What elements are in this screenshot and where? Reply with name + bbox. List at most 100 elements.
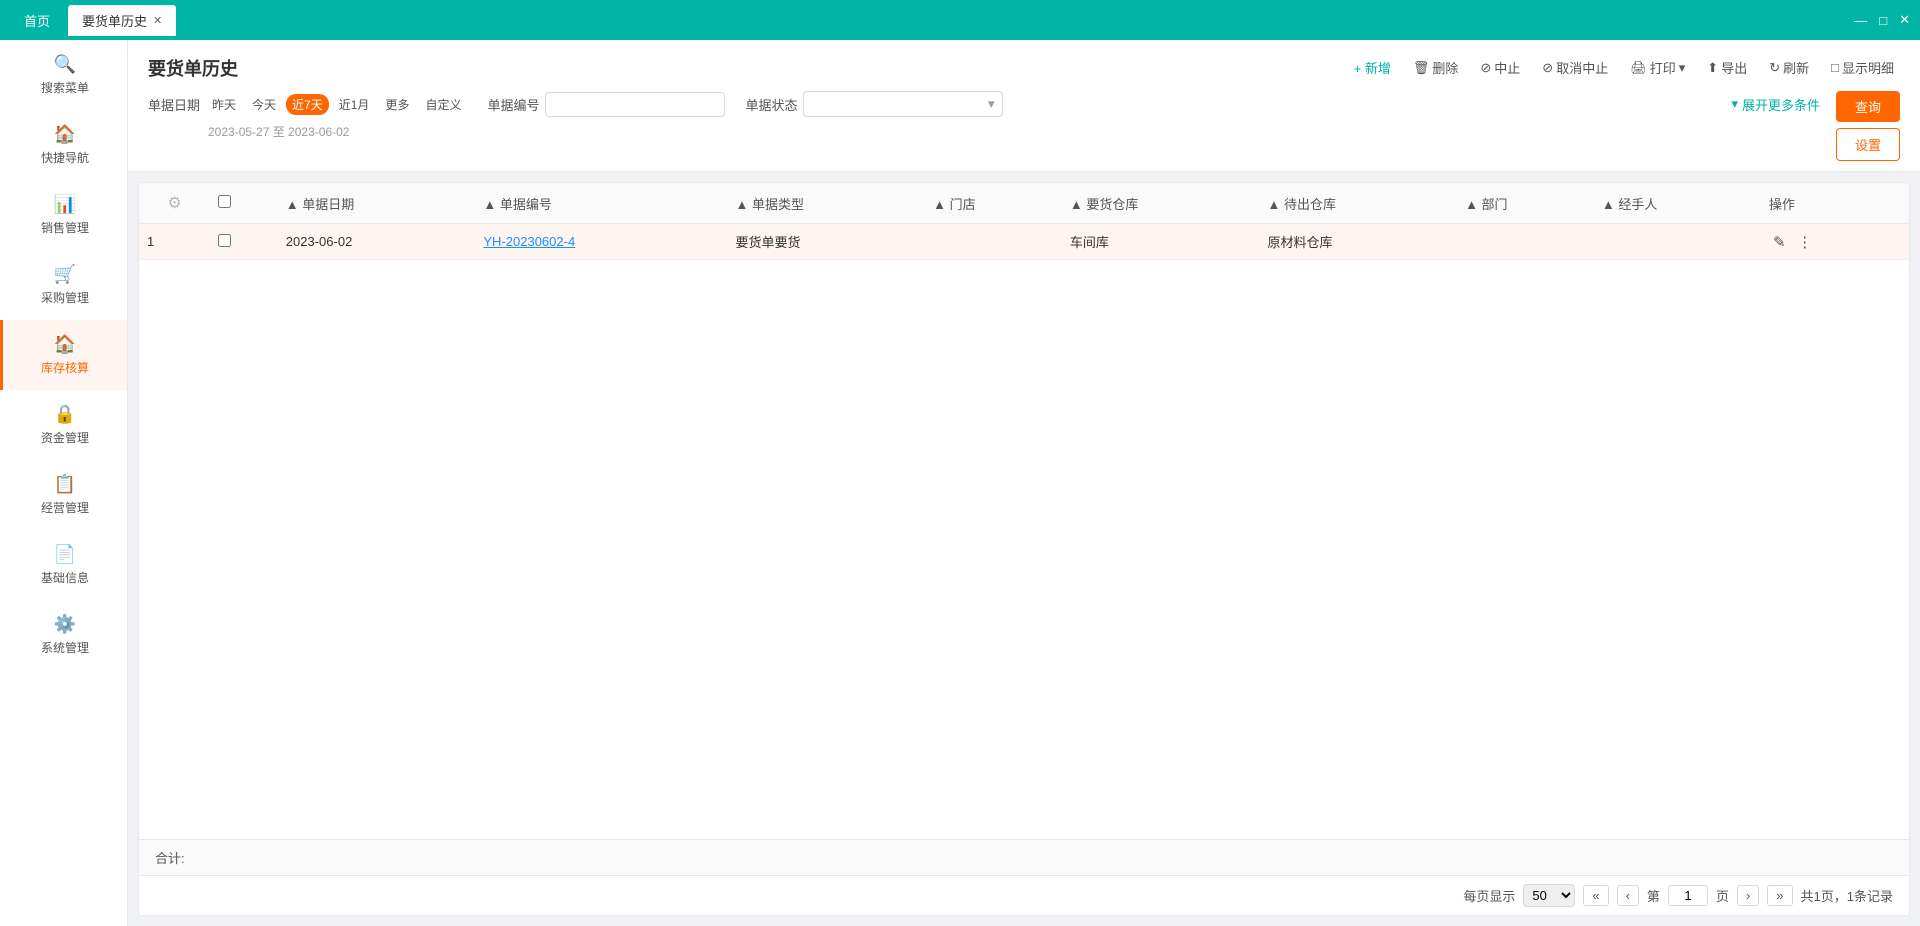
td-pending-warehouse: 原材料仓库 xyxy=(1259,224,1457,260)
td-doc-date: 2023-06-02 xyxy=(278,224,476,260)
print-dropdown-icon: ▾ xyxy=(1679,60,1686,76)
data-table: ⚙ ▲ 单据日期 ▲ 单据编号 xyxy=(139,183,1909,260)
total-info: 共1页，1条记录 xyxy=(1801,886,1893,905)
settings-icon[interactable]: ⚙ xyxy=(167,195,181,212)
refresh-button[interactable]: ↻ 刷新 xyxy=(1763,54,1815,81)
set-button[interactable]: 设置 xyxy=(1836,128,1900,161)
content-area: 要货单历史 + 新增 🗑 删除 ⊘ 中止 ⊘ 取消中止 xyxy=(128,40,1920,926)
op-more-icon[interactable]: ⋮ xyxy=(1793,232,1816,253)
th-handler[interactable]: ▲ 经手人 xyxy=(1594,183,1761,224)
stop-button[interactable]: ⊘ 中止 xyxy=(1474,54,1526,81)
page-number-input[interactable] xyxy=(1668,885,1708,906)
shortcut-custom[interactable]: 自定义 xyxy=(419,94,467,115)
date-range-display: 2023-05-27 至 2023-06-02 xyxy=(148,123,1820,140)
tab-close-icon[interactable]: ✕ xyxy=(153,14,162,27)
select-all-checkbox[interactable] xyxy=(218,195,231,208)
shortcut-yesterday[interactable]: 昨天 xyxy=(206,94,242,115)
top-bar: 首页 要货单历史 ✕ — □ ✕ xyxy=(0,0,1920,40)
last-page-button[interactable]: » xyxy=(1767,885,1792,906)
th-req-warehouse[interactable]: ▲ 要货仓库 xyxy=(1062,183,1260,224)
export-button[interactable]: ⬆ 导出 xyxy=(1701,54,1753,81)
first-page-button[interactable]: « xyxy=(1583,885,1608,906)
shortcut-1month[interactable]: 近1月 xyxy=(333,94,376,115)
home-tab-label: 首页 xyxy=(24,11,50,30)
per-page-label: 每页显示 xyxy=(1463,886,1515,905)
sidebar-item-operations-mgmt[interactable]: 📋 经营管理 xyxy=(0,460,127,530)
window-maximize-icon[interactable]: □ xyxy=(1879,13,1887,28)
doc-number-link[interactable]: YH-20230602-4 xyxy=(483,234,575,249)
cancel-stop-button-label: 取消中止 xyxy=(1556,58,1608,77)
sidebar-item-sales-mgmt[interactable]: 📊 销售管理 xyxy=(0,180,127,250)
sidebar-item-system-mgmt[interactable]: ⚙️ 系统管理 xyxy=(0,600,127,670)
expand-icon: ▾ xyxy=(1731,96,1738,112)
cancel-stop-button[interactable]: ⊘ 取消中止 xyxy=(1536,54,1614,81)
shortcut-7days[interactable]: 近7天 xyxy=(286,94,329,115)
th-checkbox xyxy=(210,183,278,224)
new-button[interactable]: + 新增 xyxy=(1348,54,1397,81)
show-details-button[interactable]: □ 显示明细 xyxy=(1825,54,1900,81)
sidebar: 🔍 搜索菜单 🏠 快捷导航 📊 销售管理 🛒 采购管理 🏠 库存核算 🔒 资金管… xyxy=(0,40,128,926)
filter-inputs: 单据日期 昨天 今天 近7天 近1月 更多 自定义 单据编号 xyxy=(148,91,1820,140)
sidebar-item-purchase-mgmt[interactable]: 🛒 采购管理 xyxy=(0,250,127,320)
tab-requisition-history[interactable]: 要货单历史 ✕ xyxy=(68,5,176,36)
sidebar-item-inventory[interactable]: 🏠 库存核算 xyxy=(0,320,127,390)
op-edit-icon[interactable]: ✎ xyxy=(1769,232,1790,253)
delete-button[interactable]: 🗑 删除 xyxy=(1407,54,1465,81)
td-operation: ✎ ⋮ xyxy=(1761,224,1909,260)
sidebar-item-basic-info[interactable]: 📄 基础信息 xyxy=(0,530,127,600)
sidebar-item-finance-mgmt[interactable]: 🔒 资金管理 xyxy=(0,390,127,460)
th-handler-label: ▲ 经手人 xyxy=(1602,197,1657,212)
doc-number-input[interactable] xyxy=(545,92,725,117)
window-minimize-icon[interactable]: — xyxy=(1854,13,1867,28)
top-bar-right: — □ ✕ xyxy=(1854,12,1910,28)
td-doc-type: 要货单要货 xyxy=(728,224,926,260)
quick-nav-icon: 🏠 xyxy=(54,124,76,145)
sidebar-item-search-menu[interactable]: 🔍 搜索菜单 xyxy=(0,40,127,110)
header-actions: + 新增 🗑 删除 ⊘ 中止 ⊘ 取消中止 🖨 xyxy=(1348,54,1900,81)
date-shortcuts: 昨天 今天 近7天 近1月 更多 自定义 xyxy=(206,94,467,115)
sidebar-item-sales-mgmt-label: 销售管理 xyxy=(41,219,89,236)
th-settings: ⚙ xyxy=(139,183,210,224)
tab-home[interactable]: 首页 xyxy=(10,5,64,36)
query-button[interactable]: 查询 xyxy=(1836,91,1900,122)
th-department[interactable]: ▲ 部门 xyxy=(1457,183,1594,224)
print-icon: 🖨 xyxy=(1630,60,1647,76)
show-details-button-label: 显示明细 xyxy=(1842,58,1894,77)
table-area: ⚙ ▲ 单据日期 ▲ 单据编号 xyxy=(138,182,1910,916)
th-doc-type-label: ▲ 单据类型 xyxy=(736,197,804,212)
th-store[interactable]: ▲ 门店 xyxy=(925,183,1062,224)
row-checkbox[interactable] xyxy=(218,234,231,247)
next-page-button[interactable]: › xyxy=(1737,885,1759,906)
th-doc-number[interactable]: ▲ 单据编号 xyxy=(475,183,727,224)
status-label: 单据状态 xyxy=(745,95,797,114)
th-doc-type[interactable]: ▲ 单据类型 xyxy=(728,183,926,224)
sales-mgmt-icon: 📊 xyxy=(54,194,76,215)
shortcut-today[interactable]: 今天 xyxy=(246,94,282,115)
filter-section: 单据日期 昨天 今天 近7天 近1月 更多 自定义 单据编号 xyxy=(148,91,1900,161)
status-select[interactable]: ▾ xyxy=(803,91,1003,117)
sidebar-item-quick-nav-label: 快捷导航 xyxy=(41,149,89,166)
sidebar-item-quick-nav[interactable]: 🏠 快捷导航 xyxy=(0,110,127,180)
th-pending-warehouse-label: ▲ 待出仓库 xyxy=(1267,197,1335,212)
shortcut-more[interactable]: 更多 xyxy=(379,94,415,115)
export-icon: ⬆ xyxy=(1707,60,1718,76)
expand-more-btn[interactable]: ▾ 展开更多条件 xyxy=(1731,95,1820,114)
print-button[interactable]: 🖨 打印 ▾ xyxy=(1624,54,1691,81)
sidebar-item-inventory-label: 库存核算 xyxy=(41,359,89,376)
table-row: 1 2023-06-02 YH-20230602-4 要货单要货 车间库 xyxy=(139,224,1909,260)
purchase-mgmt-icon: 🛒 xyxy=(54,264,76,285)
window-close-icon[interactable]: ✕ xyxy=(1899,12,1910,28)
delete-icon: 🗑 xyxy=(1413,60,1430,76)
th-doc-date[interactable]: ▲ 单据日期 xyxy=(278,183,476,224)
per-page-select[interactable]: 50 10 20 100 xyxy=(1523,884,1575,907)
page-header: 要货单历史 + 新增 🗑 删除 ⊘ 中止 ⊘ 取消中止 xyxy=(128,40,1920,172)
doc-number-label: 单据编号 xyxy=(487,95,539,114)
main-layout: 🔍 搜索菜单 🏠 快捷导航 📊 销售管理 🛒 采购管理 🏠 库存核算 🔒 资金管… xyxy=(0,40,1920,926)
filter-status-group: 单据状态 ▾ xyxy=(745,91,1003,117)
prev-page-button[interactable]: ‹ xyxy=(1617,885,1639,906)
new-button-label: + 新增 xyxy=(1354,58,1391,77)
table-footer: 合计: xyxy=(139,839,1909,875)
th-pending-warehouse[interactable]: ▲ 待出仓库 xyxy=(1259,183,1457,224)
page-label: 第 xyxy=(1647,886,1660,905)
refresh-icon: ↻ xyxy=(1769,60,1780,76)
